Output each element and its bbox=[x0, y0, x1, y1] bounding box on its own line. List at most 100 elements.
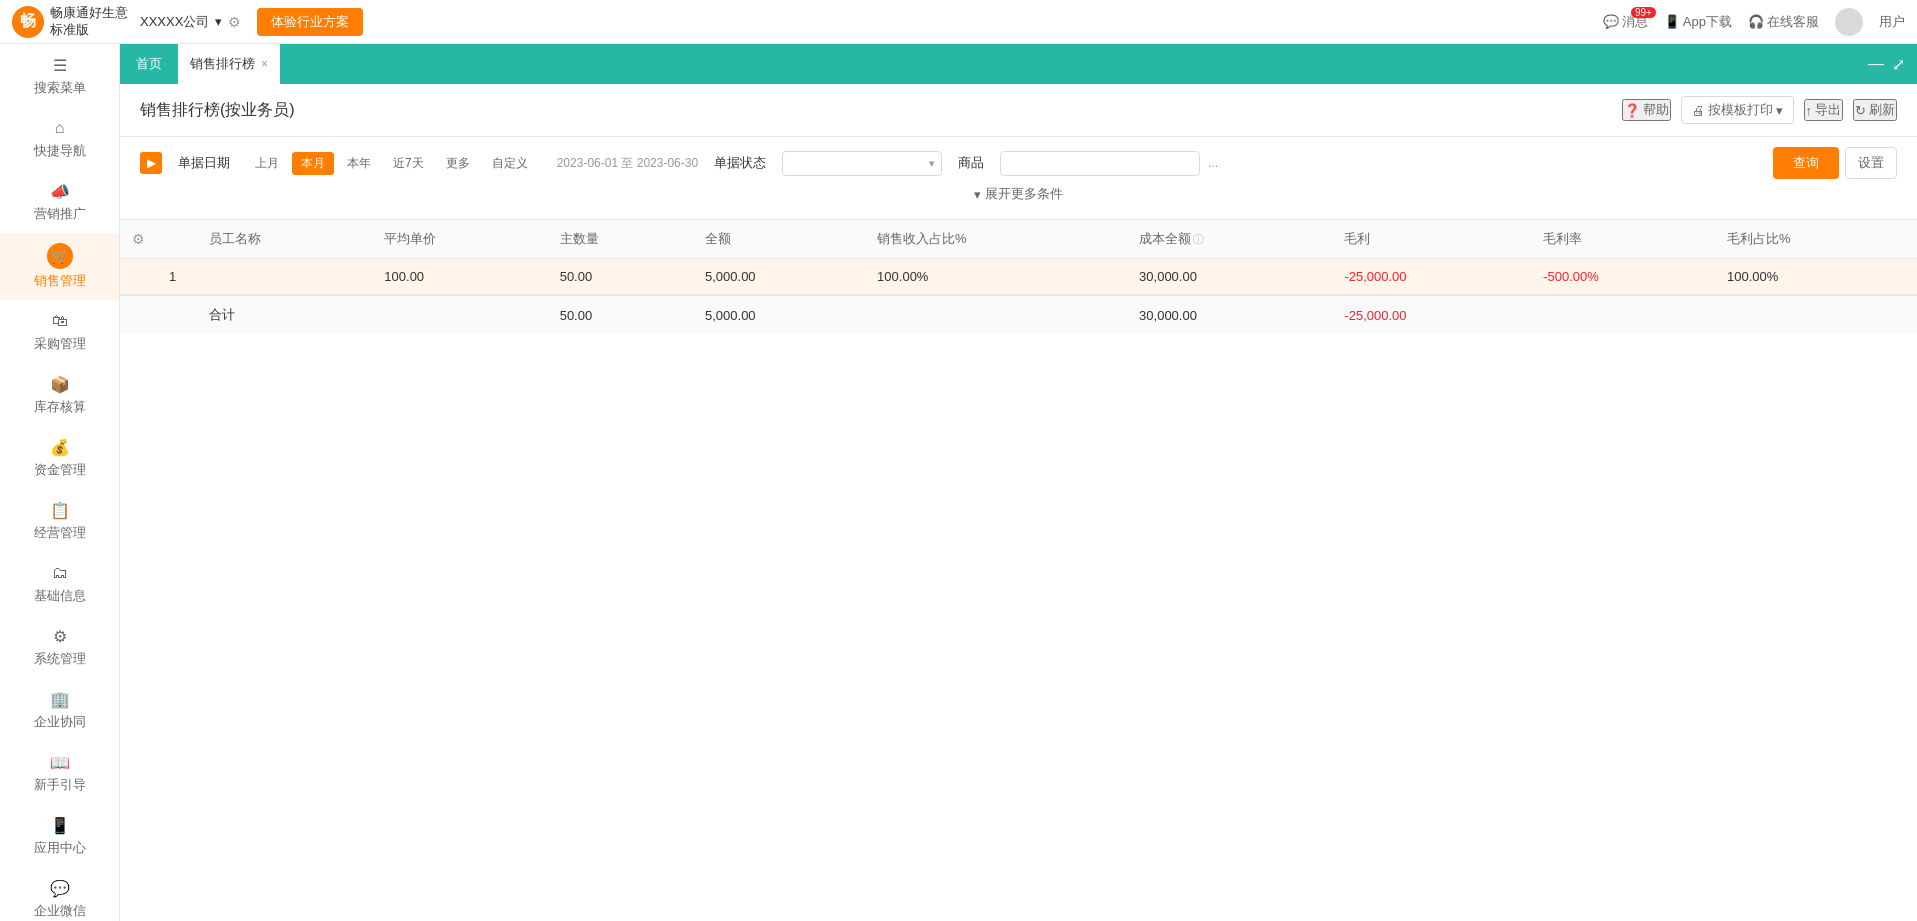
col-settings: ⚙ bbox=[120, 220, 157, 259]
row-sales-pct: 100.00% bbox=[865, 259, 1127, 296]
expand-more-button[interactable]: ▾ 展开更多条件 bbox=[140, 179, 1897, 209]
app-download-button[interactable]: 📱 App下载 bbox=[1664, 13, 1732, 31]
table-footer-row: 合计 50.00 5,000.00 30,000.00 -25,000.00 bbox=[120, 295, 1917, 334]
username: 用户 bbox=[1879, 13, 1905, 31]
inventory-icon: 📦 bbox=[49, 373, 71, 395]
avatar[interactable] bbox=[1835, 8, 1863, 36]
table-area: ⚙ 员工名称 平均单价 主数量 bbox=[120, 220, 1917, 921]
row-gross-pct: 100.00% bbox=[1715, 259, 1917, 296]
sidebar-item-operations[interactable]: 📋 经营管理 bbox=[0, 489, 119, 552]
sidebar-item-system[interactable]: ⚙ 系统管理 bbox=[0, 615, 119, 678]
footer-amount: 5,000.00 bbox=[693, 295, 865, 334]
footer-cost: 30,000.00 bbox=[1127, 295, 1332, 334]
sidebar-item-purchase[interactable]: 🛍 采购管理 bbox=[0, 300, 119, 363]
date-shortcuts: 上月 本月 本年 近7天 更多 自定义 bbox=[246, 152, 537, 175]
page-content: 销售排行榜(按业务员) ❓ 帮助 🖨 按模板打印 ▾ ↑ bbox=[120, 84, 1917, 921]
shortcut-more[interactable]: 更多 bbox=[437, 152, 479, 175]
tab-expand-icon[interactable]: ⤢ bbox=[1892, 55, 1905, 74]
col-main-qty: 主数量 bbox=[548, 220, 693, 259]
col-sales-pct: 销售收入占比% bbox=[865, 220, 1127, 259]
sidebar-item-wechat[interactable]: 💬 企业微信 bbox=[0, 867, 119, 921]
sidebar-item-finance[interactable]: 💰 资金管理 bbox=[0, 426, 119, 489]
refresh-icon: ↻ bbox=[1855, 103, 1866, 118]
settings-button[interactable]: 设置 bbox=[1845, 147, 1897, 179]
shortcut-last-7-days[interactable]: 近7天 bbox=[384, 152, 433, 175]
filter-bar: ▶ 单据日期 上月 本月 本年 近7天 更多 自定义 2023-06-01 至 … bbox=[120, 137, 1917, 220]
sidebar-item-marketing[interactable]: 📣 营销推广 bbox=[0, 170, 119, 233]
shortcut-this-month[interactable]: 本月 bbox=[292, 152, 334, 175]
tab-sales-ranking[interactable]: 销售排行榜 × bbox=[178, 44, 280, 84]
goods-filter: ... bbox=[1000, 151, 1218, 176]
status-select[interactable] bbox=[782, 151, 942, 176]
sidebar-item-inventory[interactable]: 📦 库存核算 bbox=[0, 363, 119, 426]
search-order-icon: ☰ bbox=[49, 54, 71, 76]
headset-icon: 🎧 bbox=[1748, 14, 1764, 29]
page-header: 销售排行榜(按业务员) ❓ 帮助 🖨 按模板打印 ▾ ↑ bbox=[120, 84, 1917, 137]
filter-collapse-icon[interactable]: ▶ bbox=[140, 152, 162, 174]
table-wrap: ⚙ 员工名称 平均单价 主数量 bbox=[120, 220, 1917, 921]
sidebar-item-basic-info[interactable]: 🗂 基础信息 bbox=[0, 552, 119, 615]
export-button[interactable]: ↑ 导出 bbox=[1804, 99, 1844, 121]
sidebar-item-quick-nav[interactable]: ⌂ 快捷导航 bbox=[0, 107, 119, 170]
refresh-button[interactable]: ↻ 刷新 bbox=[1853, 99, 1897, 121]
content-area: 首页 销售排行榜 × — ⤢ 销售排行榜(按业务员) ❓ 帮助 bbox=[120, 44, 1917, 921]
help-button[interactable]: ❓ 帮助 bbox=[1622, 99, 1671, 121]
sidebar-item-newbie[interactable]: 📖 新手引导 bbox=[0, 741, 119, 804]
sidebar-item-sales[interactable]: 🛒 销售管理 bbox=[0, 233, 119, 300]
settings-icon[interactable]: ⚙ bbox=[228, 14, 241, 30]
company-selector[interactable]: XXXXX公司 ▾ ⚙ bbox=[140, 13, 241, 31]
footer-gross: -25,000.00 bbox=[1332, 295, 1531, 334]
footer-avg-price bbox=[372, 295, 547, 334]
online-service-button[interactable]: 🎧 在线客服 bbox=[1748, 13, 1819, 31]
tab-home[interactable]: 首页 bbox=[120, 44, 178, 84]
logo-icon: 畅 bbox=[12, 6, 44, 38]
sidebar-item-app-center[interactable]: 📱 应用中心 bbox=[0, 804, 119, 867]
row-amount: 5,000.00 bbox=[693, 259, 865, 296]
table-header-row: ⚙ 员工名称 平均单价 主数量 bbox=[120, 220, 1917, 259]
sidebar-item-search-order[interactable]: ☰ 搜索菜单 bbox=[0, 44, 119, 107]
goods-more-icon[interactable]: ... bbox=[1208, 156, 1218, 170]
page-actions: ❓ 帮助 🖨 按模板打印 ▾ ↑ 导出 ↻ bbox=[1622, 96, 1898, 124]
logo-text: 畅康通好生意 标准版 bbox=[50, 5, 128, 39]
row-gross: -25,000.00 bbox=[1332, 259, 1531, 296]
table-row: 1 100.00 50.00 5,000.00 100.00% 30,000.0… bbox=[120, 259, 1917, 296]
basic-info-icon: 🗂 bbox=[49, 562, 71, 584]
print-button[interactable]: 🖨 按模板打印 ▾ bbox=[1681, 96, 1794, 124]
shortcut-this-year[interactable]: 本年 bbox=[338, 152, 380, 175]
shortcut-last-month[interactable]: 上月 bbox=[246, 152, 288, 175]
footer-label: 合计 bbox=[197, 295, 372, 334]
goods-input[interactable] bbox=[1000, 151, 1200, 176]
top-bar: 畅 畅康通好生意 标准版 XXXXX公司 ▾ ⚙ 体验行业方案 💬 消息 99+… bbox=[0, 0, 1917, 44]
main-layout: ☰ 搜索菜单 ⌂ 快捷导航 📣 营销推广 🛒 销售管理 🛍 采购管理 📦 库存核… bbox=[0, 44, 1917, 921]
tab-bar-actions: — ⤢ bbox=[1868, 55, 1917, 74]
wechat-icon: 💬 bbox=[49, 877, 71, 899]
col-gross-rate: 毛利率 bbox=[1531, 220, 1715, 259]
row-rank: 1 bbox=[157, 259, 197, 296]
tab-minimize-icon[interactable]: — bbox=[1868, 55, 1884, 73]
marketing-icon: 📣 bbox=[49, 180, 71, 202]
shortcut-custom[interactable]: 自定义 bbox=[483, 152, 537, 175]
col-amount: 全额 bbox=[693, 220, 865, 259]
print-dropdown-icon: ▾ bbox=[1776, 103, 1783, 118]
footer-gross-pct bbox=[1715, 295, 1917, 334]
sales-icon: 🛒 bbox=[47, 243, 73, 269]
column-settings-button[interactable]: ⚙ bbox=[132, 231, 145, 247]
col-employee-name: 员工名称 bbox=[197, 220, 372, 259]
row-avg-price: 100.00 bbox=[372, 259, 547, 296]
message-icon: 💬 bbox=[1603, 14, 1619, 29]
chevron-down-icon[interactable]: ▾ bbox=[215, 14, 222, 29]
query-button[interactable]: 查询 bbox=[1773, 147, 1839, 179]
sidebar: ☰ 搜索菜单 ⌂ 快捷导航 📣 营销推广 🛒 销售管理 🛍 采购管理 📦 库存核… bbox=[0, 44, 120, 921]
row-main-qty: 50.00 bbox=[548, 259, 693, 296]
message-badge: 99+ bbox=[1631, 7, 1656, 18]
footer-gross-rate bbox=[1531, 295, 1715, 334]
sidebar-item-enterprise[interactable]: 🏢 企业协同 bbox=[0, 678, 119, 741]
tab-close-icon[interactable]: × bbox=[261, 57, 268, 71]
cost-info-icon[interactable]: ⓘ bbox=[1193, 232, 1204, 247]
footer-main-qty: 50.00 bbox=[548, 295, 693, 334]
status-label: 单据状态 bbox=[714, 154, 766, 172]
message-button[interactable]: 💬 消息 99+ bbox=[1603, 13, 1648, 31]
date-range-display: 2023-06-01 至 2023-06-30 bbox=[557, 155, 698, 172]
date-label: 单据日期 bbox=[178, 154, 230, 172]
trial-button[interactable]: 体验行业方案 bbox=[257, 8, 363, 36]
